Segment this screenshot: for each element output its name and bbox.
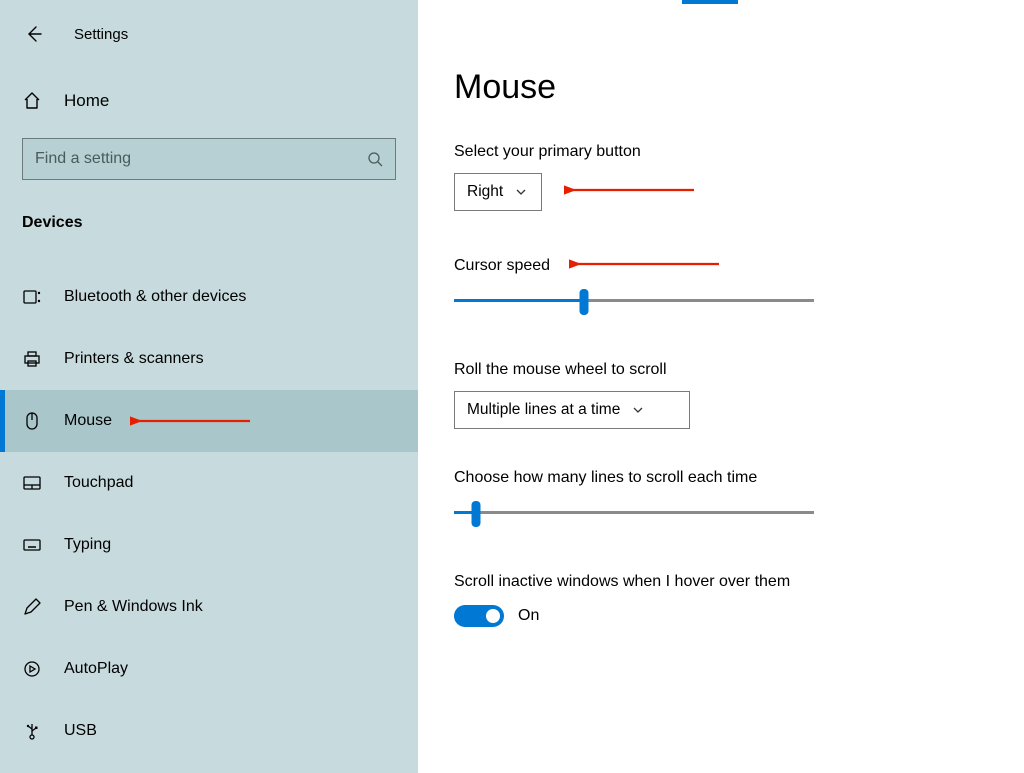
- home-icon: [22, 91, 42, 111]
- window-title: Settings: [74, 26, 128, 43]
- annotation-arrow: [130, 412, 260, 430]
- search-icon: [367, 151, 383, 167]
- search-input[interactable]: [35, 150, 367, 168]
- dropdown-value: Right: [467, 183, 503, 201]
- back-arrow-icon: [24, 24, 44, 44]
- sidebar-nav-list: Bluetooth & other devices Printers & sca…: [0, 266, 418, 762]
- home-label: Home: [64, 91, 109, 111]
- cursor-speed-label: Cursor speed: [454, 257, 988, 275]
- search-box[interactable]: [22, 138, 396, 180]
- touchpad-icon: [22, 473, 42, 493]
- autoplay-icon: [22, 659, 42, 679]
- bluetooth-icon: [22, 287, 42, 307]
- toggle-knob: [486, 609, 500, 623]
- slider-thumb[interactable]: [471, 501, 480, 527]
- sidebar-item-label: Bluetooth & other devices: [64, 288, 246, 306]
- tab-indicator: [682, 0, 738, 4]
- sidebar-item-bluetooth[interactable]: Bluetooth & other devices: [0, 266, 418, 328]
- scroll-inactive-group: Scroll inactive windows when I hover ove…: [454, 573, 988, 627]
- sidebar-item-label: Pen & Windows Ink: [64, 598, 203, 616]
- toggle-state-label: On: [518, 607, 539, 625]
- chevron-down-icon: [632, 404, 644, 416]
- primary-button-group: Select your primary button Right: [454, 143, 988, 211]
- scroll-inactive-label: Scroll inactive windows when I hover ove…: [454, 573, 988, 591]
- sidebar-item-usb[interactable]: USB: [0, 700, 418, 762]
- usb-icon: [22, 721, 42, 741]
- chevron-down-icon: [515, 186, 527, 198]
- keyboard-icon: [22, 535, 42, 555]
- mouse-icon: [22, 411, 42, 431]
- sidebar-item-label: USB: [64, 722, 97, 740]
- sidebar-item-label: Touchpad: [64, 474, 133, 492]
- annotation-arrow: [564, 181, 704, 199]
- sidebar-item-autoplay[interactable]: AutoPlay: [0, 638, 418, 700]
- slider-thumb[interactable]: [579, 289, 588, 315]
- lines-scroll-slider[interactable]: [454, 499, 814, 527]
- main-content: Mouse Select your primary button Right C…: [418, 0, 1024, 773]
- sidebar-item-pen[interactable]: Pen & Windows Ink: [0, 576, 418, 638]
- sidebar-header: Settings: [0, 14, 418, 54]
- pen-icon: [22, 597, 42, 617]
- back-button[interactable]: [22, 22, 46, 46]
- sidebar: Settings Home Devices Bluetooth & other …: [0, 0, 418, 773]
- printer-icon: [22, 349, 42, 369]
- lines-scroll-label: Choose how many lines to scroll each tim…: [454, 469, 988, 487]
- cursor-speed-group: Cursor speed: [454, 257, 988, 315]
- wheel-scroll-dropdown[interactable]: Multiple lines at a time: [454, 391, 690, 429]
- sidebar-section-label: Devices: [22, 214, 418, 232]
- sidebar-item-touchpad[interactable]: Touchpad: [0, 452, 418, 514]
- lines-scroll-group: Choose how many lines to scroll each tim…: [454, 469, 988, 527]
- primary-button-label: Select your primary button: [454, 143, 988, 161]
- sidebar-item-label: Typing: [64, 536, 111, 554]
- sidebar-item-label: Mouse: [64, 412, 112, 430]
- wheel-scroll-group: Roll the mouse wheel to scroll Multiple …: [454, 361, 988, 429]
- scroll-inactive-toggle[interactable]: [454, 605, 504, 627]
- cursor-speed-slider[interactable]: [454, 287, 814, 315]
- sidebar-item-mouse[interactable]: Mouse: [0, 390, 418, 452]
- dropdown-value: Multiple lines at a time: [467, 401, 620, 419]
- sidebar-item-typing[interactable]: Typing: [0, 514, 418, 576]
- home-nav[interactable]: Home: [0, 78, 418, 124]
- primary-button-dropdown[interactable]: Right: [454, 173, 542, 211]
- page-title: Mouse: [454, 68, 988, 107]
- sidebar-item-label: AutoPlay: [64, 660, 128, 678]
- wheel-scroll-label: Roll the mouse wheel to scroll: [454, 361, 988, 379]
- sidebar-item-printers[interactable]: Printers & scanners: [0, 328, 418, 390]
- sidebar-item-label: Printers & scanners: [64, 350, 204, 368]
